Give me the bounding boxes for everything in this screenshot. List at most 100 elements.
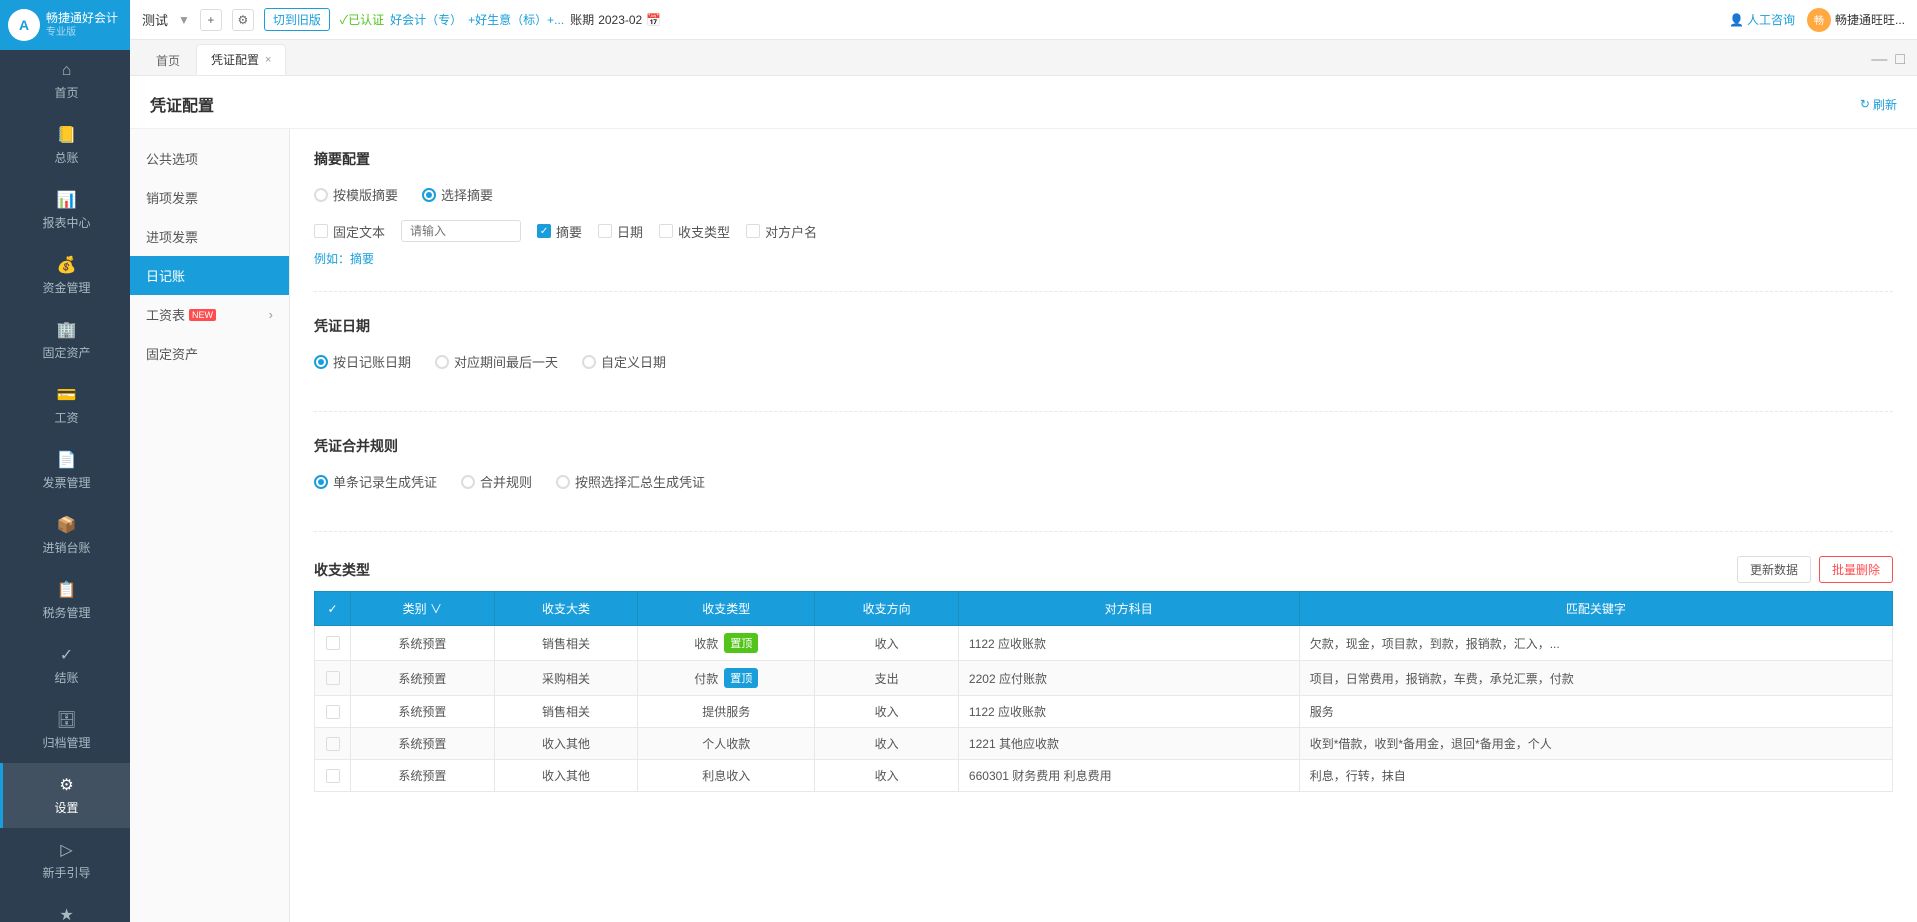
select-all-checkbox[interactable]: ✓ [326, 602, 340, 616]
journal-date-option[interactable]: 按日记账日期 [314, 352, 411, 371]
summary-checkbox-row: 固定文本 ✓ 摘要 日期 [314, 220, 1893, 242]
cell-major-type: 收入其他 [494, 760, 638, 792]
custom-date-option[interactable]: 自定义日期 [582, 352, 666, 371]
tabs-bar: 首页 凭证配置 × — □ [130, 40, 1917, 76]
sidebar-item-archive[interactable]: 🗄 归档管理 [0, 698, 130, 763]
cell-category: 系统预置 [351, 728, 495, 760]
sidebar-item-closing[interactable]: ✓ 结账 [0, 633, 130, 698]
table-actions: 更新数据 批量删除 [1737, 556, 1893, 583]
left-nav-sales-invoice[interactable]: 销项发票 [130, 178, 289, 217]
assets-icon: 🏢 [57, 320, 77, 340]
left-nav-fixed-assets[interactable]: 固定资产 [130, 334, 289, 373]
summary-checkbox-item[interactable]: ✓ 摘要 [537, 222, 582, 241]
income-type-checkbox[interactable] [659, 224, 673, 238]
update-data-button[interactable]: 更新数据 [1737, 556, 1811, 583]
custom-date-label: 自定义日期 [601, 352, 666, 371]
page-title: 凭证配置 [150, 92, 214, 116]
journal-date-radio[interactable] [314, 355, 328, 369]
sidebar-item-salary[interactable]: 💳 工资 [0, 373, 130, 438]
row-checkbox[interactable] [326, 769, 340, 783]
old-version-button[interactable]: 切到旧版 [264, 8, 330, 31]
counterparty-checkbox[interactable] [746, 224, 760, 238]
fixed-text-checkbox-item[interactable]: 固定文本 [314, 222, 385, 241]
row-checkbox[interactable] [326, 737, 340, 751]
select-total-option[interactable]: 按照选择汇总生成凭证 [556, 472, 705, 491]
th-major-type: 收支大类 [494, 592, 638, 626]
content-header: 凭证配置 ↻ 刷新 [130, 76, 1917, 129]
summary-template-radio[interactable] [314, 188, 328, 202]
cell-major-type: 采购相关 [494, 661, 638, 696]
summary-label: 摘要 [556, 222, 582, 241]
journal-date-label: 按日记账日期 [333, 352, 411, 371]
summary-template-option[interactable]: 按模版摘要 [314, 185, 398, 204]
fixed-text-checkbox[interactable] [314, 224, 328, 238]
tab-home-label: 首页 [156, 52, 180, 69]
archive-icon: 🗄 [56, 710, 76, 730]
batch-delete-button[interactable]: 批量删除 [1819, 556, 1893, 583]
date-checkbox-item[interactable]: 日期 [598, 222, 643, 241]
top-tag-button[interactable]: 置顶 [724, 668, 758, 688]
summary-template-label: 按模版摘要 [333, 185, 398, 204]
summary-select-radio[interactable] [422, 188, 436, 202]
date-checkbox[interactable] [598, 224, 612, 238]
single-record-option[interactable]: 单条记录生成凭证 [314, 472, 437, 491]
merge-rule-option[interactable]: 合并规则 [461, 472, 532, 491]
left-nav-public[interactable]: 公共选项 [130, 139, 289, 178]
merge-rule-radio[interactable] [461, 475, 475, 489]
summary-checkbox[interactable]: ✓ [537, 224, 551, 238]
sidebar-item-member[interactable]: ★ 畅会员 [0, 893, 130, 922]
sidebar-item-invoice-mgmt[interactable]: 📄 发票管理 [0, 438, 130, 503]
left-nav-salary-table[interactable]: 工资表 NEW › [130, 295, 289, 334]
sidebar-item-guide[interactable]: ▷ 新手引导 [0, 828, 130, 893]
sidebar-item-assets[interactable]: 🏢 固定资产 [0, 308, 130, 373]
row-checkbox[interactable] [326, 636, 340, 650]
left-nav-purchase-invoice-label: 进项发票 [146, 227, 198, 246]
cell-income-type: 收款 置顶 [638, 626, 815, 661]
example-text: 例如：摘要 [314, 250, 1893, 267]
user-name: 畅捷通旺旺... [1835, 11, 1905, 28]
period-last-radio[interactable] [435, 355, 449, 369]
summary-select-option[interactable]: 选择摘要 [422, 185, 493, 204]
sidebar-item-settings[interactable]: ⚙ 设置 [0, 763, 130, 828]
row-checkbox[interactable] [326, 705, 340, 719]
sidebar-item-reports[interactable]: 📊 报表中心 [0, 178, 130, 243]
sidebar-item-funds[interactable]: 💰 资金管理 [0, 243, 130, 308]
help-button[interactable]: 👤 人工咨询 [1729, 11, 1795, 28]
sidebar-item-purchase[interactable]: 📦 进销台账 [0, 503, 130, 568]
sidebar-item-home[interactable]: ⌂ 首页 [0, 50, 130, 113]
tab-close-icon[interactable]: × [265, 54, 271, 66]
sidebar-item-label: 发票管理 [42, 474, 90, 491]
sidebar-item-ledger[interactable]: 📒 总账 [0, 113, 130, 178]
minimize-icon[interactable]: — [1871, 51, 1887, 75]
row-checkbox[interactable] [326, 671, 340, 685]
tab-voucher-config[interactable]: 凭证配置 × [196, 44, 286, 75]
counterparty-checkbox-item[interactable]: 对方户名 [746, 222, 817, 241]
left-nav-journal[interactable]: 日记账 [130, 256, 289, 295]
top-tag-button[interactable]: 置顶 [724, 633, 758, 653]
cell-keyword: 收到*借款，收到*备用金，退回*备用金，个人 [1299, 728, 1892, 760]
income-type-checkbox-item[interactable]: 收支类型 [659, 222, 730, 241]
tab-home[interactable]: 首页 [142, 46, 194, 75]
calendar-icon[interactable]: 📅 [646, 13, 661, 27]
select-total-radio[interactable] [556, 475, 570, 489]
th-direction: 收支方向 [815, 592, 959, 626]
cell-direction: 收入 [815, 760, 959, 792]
settings-button[interactable]: ⚙ [232, 9, 254, 31]
content-area: 凭证配置 ↻ 刷新 公共选项 销项发票 进项发票 [130, 76, 1917, 922]
user-menu[interactable]: 畅 畅捷通旺旺... [1807, 8, 1905, 32]
custom-date-radio[interactable] [582, 355, 596, 369]
logo-text: 畅捷通好会计 专业版 [46, 11, 118, 40]
refresh-button[interactable]: ↻ 刷新 [1860, 96, 1897, 113]
period-last-option[interactable]: 对应期间最后一天 [435, 352, 558, 371]
right-content: 摘要配置 按模版摘要 选择摘要 [290, 129, 1917, 922]
add-button[interactable]: + [200, 9, 222, 31]
fixed-text-input[interactable] [401, 220, 521, 242]
cell-keyword: 利息，行转，抹自 [1299, 760, 1892, 792]
cell-direction: 收入 [815, 696, 959, 728]
left-nav-purchase-invoice[interactable]: 进项发票 [130, 217, 289, 256]
sidebar-item-tax[interactable]: 📋 税务管理 [0, 568, 130, 633]
single-record-radio[interactable] [314, 475, 328, 489]
cell-category: 系统预置 [351, 760, 495, 792]
maximize-icon[interactable]: □ [1895, 51, 1905, 75]
company-switch-icon[interactable]: ▼ [178, 13, 190, 27]
